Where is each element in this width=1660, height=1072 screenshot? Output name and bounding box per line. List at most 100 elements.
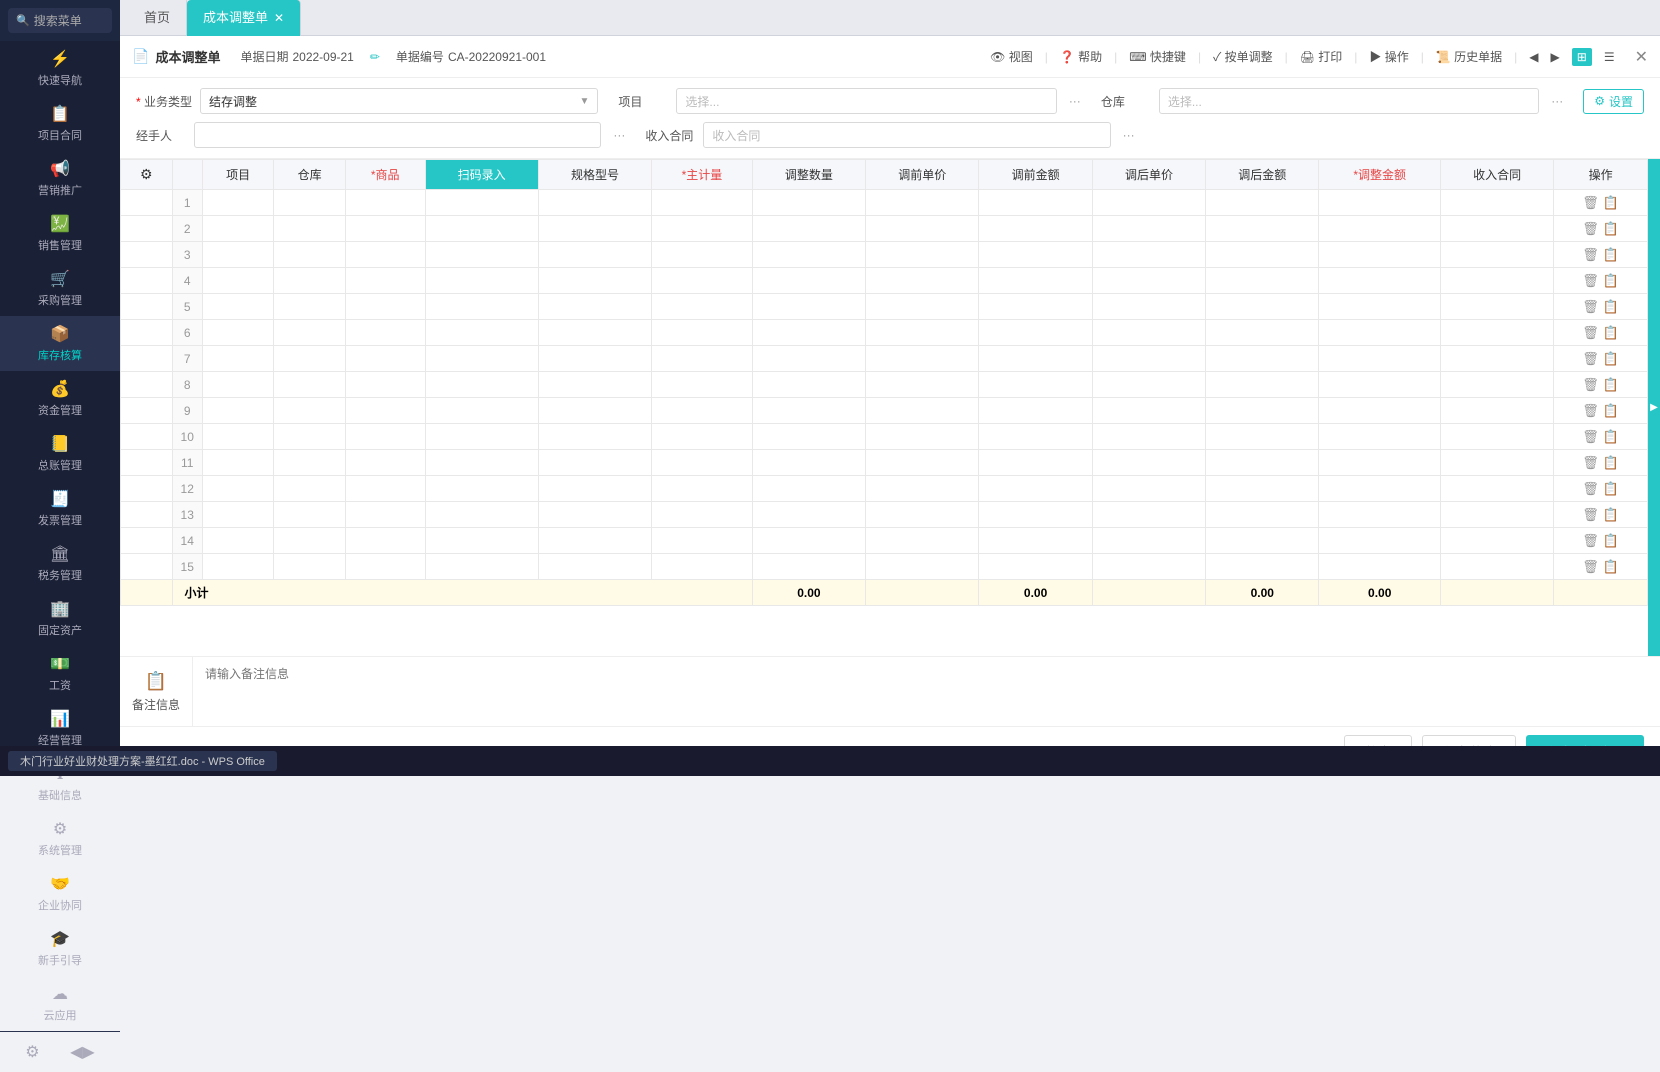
sidebar-item-invoice[interactable]: 🧾 发票管理 [0, 481, 120, 536]
copy-icon-9[interactable]: 📋 [1603, 403, 1619, 419]
cell-13-11[interactable] [1092, 502, 1205, 528]
cell-7-4[interactable] [345, 346, 425, 372]
cell-8-6[interactable] [538, 372, 651, 398]
cell-10-6[interactable] [538, 424, 651, 450]
cell-11-12[interactable] [1206, 450, 1319, 476]
cell-13-10[interactable] [979, 502, 1092, 528]
cell-12-9[interactable] [866, 476, 979, 502]
cell-14-4[interactable] [345, 528, 425, 554]
date-value[interactable]: 2022-09-21 [292, 50, 353, 64]
delete-icon-6[interactable]: 🗑 [1582, 325, 1599, 341]
cell-3-11[interactable] [1092, 242, 1205, 268]
edit-icon[interactable]: ✏ [370, 50, 380, 64]
shortcut-btn[interactable]: ⌨ 快捷键 [1129, 48, 1186, 65]
cell-5-7[interactable] [652, 294, 753, 320]
copy-icon-15[interactable]: 📋 [1603, 559, 1619, 575]
check-adjust-btn[interactable]: ✓ 按单调整 [1213, 48, 1273, 65]
cell-15-9[interactable] [866, 554, 979, 580]
cell-14-6[interactable] [538, 528, 651, 554]
cell-1-4[interactable] [345, 190, 425, 216]
cell-6-9[interactable] [866, 320, 979, 346]
sidebar-item-fixed-assets[interactable]: 🏢 固定资产 [0, 591, 120, 646]
delete-icon-9[interactable]: 🗑 [1582, 403, 1599, 419]
cell-8-14[interactable] [1440, 372, 1553, 398]
tab-cost-adjust[interactable]: 成本调整单✕ [187, 0, 301, 36]
cell-10-9[interactable] [866, 424, 979, 450]
cell-4-8[interactable] [752, 268, 865, 294]
cell-15-4[interactable] [345, 554, 425, 580]
cell-9-9[interactable] [866, 398, 979, 424]
cell-7-7[interactable] [652, 346, 753, 372]
cell-12-5[interactable] [425, 476, 538, 502]
cell-6-5[interactable] [425, 320, 538, 346]
cell-2-2[interactable] [202, 216, 274, 242]
cell-5-6[interactable] [538, 294, 651, 320]
form-close-btn[interactable]: ✕ [1635, 47, 1648, 67]
sidebar-item-project-contract[interactable]: 📋 项目合同 [0, 96, 120, 151]
tab-home[interactable]: 首页 [128, 0, 187, 36]
collapse-icon[interactable]: ◀▶ [70, 1042, 95, 1062]
cell-5-9[interactable] [866, 294, 979, 320]
cell-4-4[interactable] [345, 268, 425, 294]
cell-8-7[interactable] [652, 372, 753, 398]
cell-11-6[interactable] [538, 450, 651, 476]
cell-11-9[interactable] [866, 450, 979, 476]
delete-icon-12[interactable]: 🗑 [1582, 481, 1599, 497]
cell-3-9[interactable] [866, 242, 979, 268]
cell-10-14[interactable] [1440, 424, 1553, 450]
cell-1-7[interactable] [652, 190, 753, 216]
copy-icon-4[interactable]: 📋 [1603, 273, 1619, 289]
sidebar-item-system[interactable]: ⚙ 系统管理 [0, 811, 120, 866]
copy-icon-11[interactable]: 📋 [1603, 455, 1619, 471]
cell-3-3[interactable] [274, 242, 346, 268]
cell-2-8[interactable] [752, 216, 865, 242]
cell-4-12[interactable] [1206, 268, 1319, 294]
delete-icon-11[interactable]: 🗑 [1582, 455, 1599, 471]
nav-next-btn[interactable]: ▶ [1551, 50, 1560, 64]
sidebar-item-new-guide[interactable]: 🎓 新手引导 [0, 921, 120, 976]
cell-3-4[interactable] [345, 242, 425, 268]
cell-9-11[interactable] [1092, 398, 1205, 424]
cell-1-8[interactable] [752, 190, 865, 216]
delete-icon-5[interactable]: 🗑 [1582, 299, 1599, 315]
cell-6-14[interactable] [1440, 320, 1553, 346]
cell-12-6[interactable] [538, 476, 651, 502]
cell-1-13[interactable] [1319, 190, 1440, 216]
cell-5-3[interactable] [274, 294, 346, 320]
cell-10-5[interactable] [425, 424, 538, 450]
sidebar-search-button[interactable]: 🔍 搜索菜单 [8, 8, 112, 33]
cell-7-8[interactable] [752, 346, 865, 372]
cell-3-5[interactable] [425, 242, 538, 268]
cell-3-6[interactable] [538, 242, 651, 268]
cell-10-13[interactable] [1319, 424, 1440, 450]
cell-14-13[interactable] [1319, 528, 1440, 554]
cell-10-8[interactable] [752, 424, 865, 450]
copy-icon-2[interactable]: 📋 [1603, 221, 1619, 237]
delete-icon-7[interactable]: 🗑 [1582, 351, 1599, 367]
cell-14-14[interactable] [1440, 528, 1553, 554]
cell-5-10[interactable] [979, 294, 1092, 320]
cell-2-12[interactable] [1206, 216, 1319, 242]
cell-4-7[interactable] [652, 268, 753, 294]
cell-13-4[interactable] [345, 502, 425, 528]
cell-2-14[interactable] [1440, 216, 1553, 242]
cell-14-2[interactable] [202, 528, 274, 554]
sidebar-item-purchase-mgmt[interactable]: 🛒 采购管理 [0, 261, 120, 316]
cell-7-6[interactable] [538, 346, 651, 372]
operation-btn[interactable]: ▶ 操作 [1369, 48, 1408, 65]
cell-4-9[interactable] [866, 268, 979, 294]
cell-7-12[interactable] [1206, 346, 1319, 372]
cell-3-8[interactable] [752, 242, 865, 268]
warehouse-more-btn[interactable]: ··· [1551, 94, 1563, 108]
cell-7-14[interactable] [1440, 346, 1553, 372]
copy-icon-1[interactable]: 📋 [1603, 195, 1619, 211]
cell-10-4[interactable] [345, 424, 425, 450]
cell-3-10[interactable] [979, 242, 1092, 268]
cell-14-8[interactable] [752, 528, 865, 554]
delete-icon-8[interactable]: 🗑 [1582, 377, 1599, 393]
help-btn[interactable]: ❓ 帮助 [1060, 48, 1102, 65]
cell-2-7[interactable] [652, 216, 753, 242]
cell-1-3[interactable] [274, 190, 346, 216]
cell-11-5[interactable] [425, 450, 538, 476]
delete-icon-14[interactable]: 🗑 [1582, 533, 1599, 549]
